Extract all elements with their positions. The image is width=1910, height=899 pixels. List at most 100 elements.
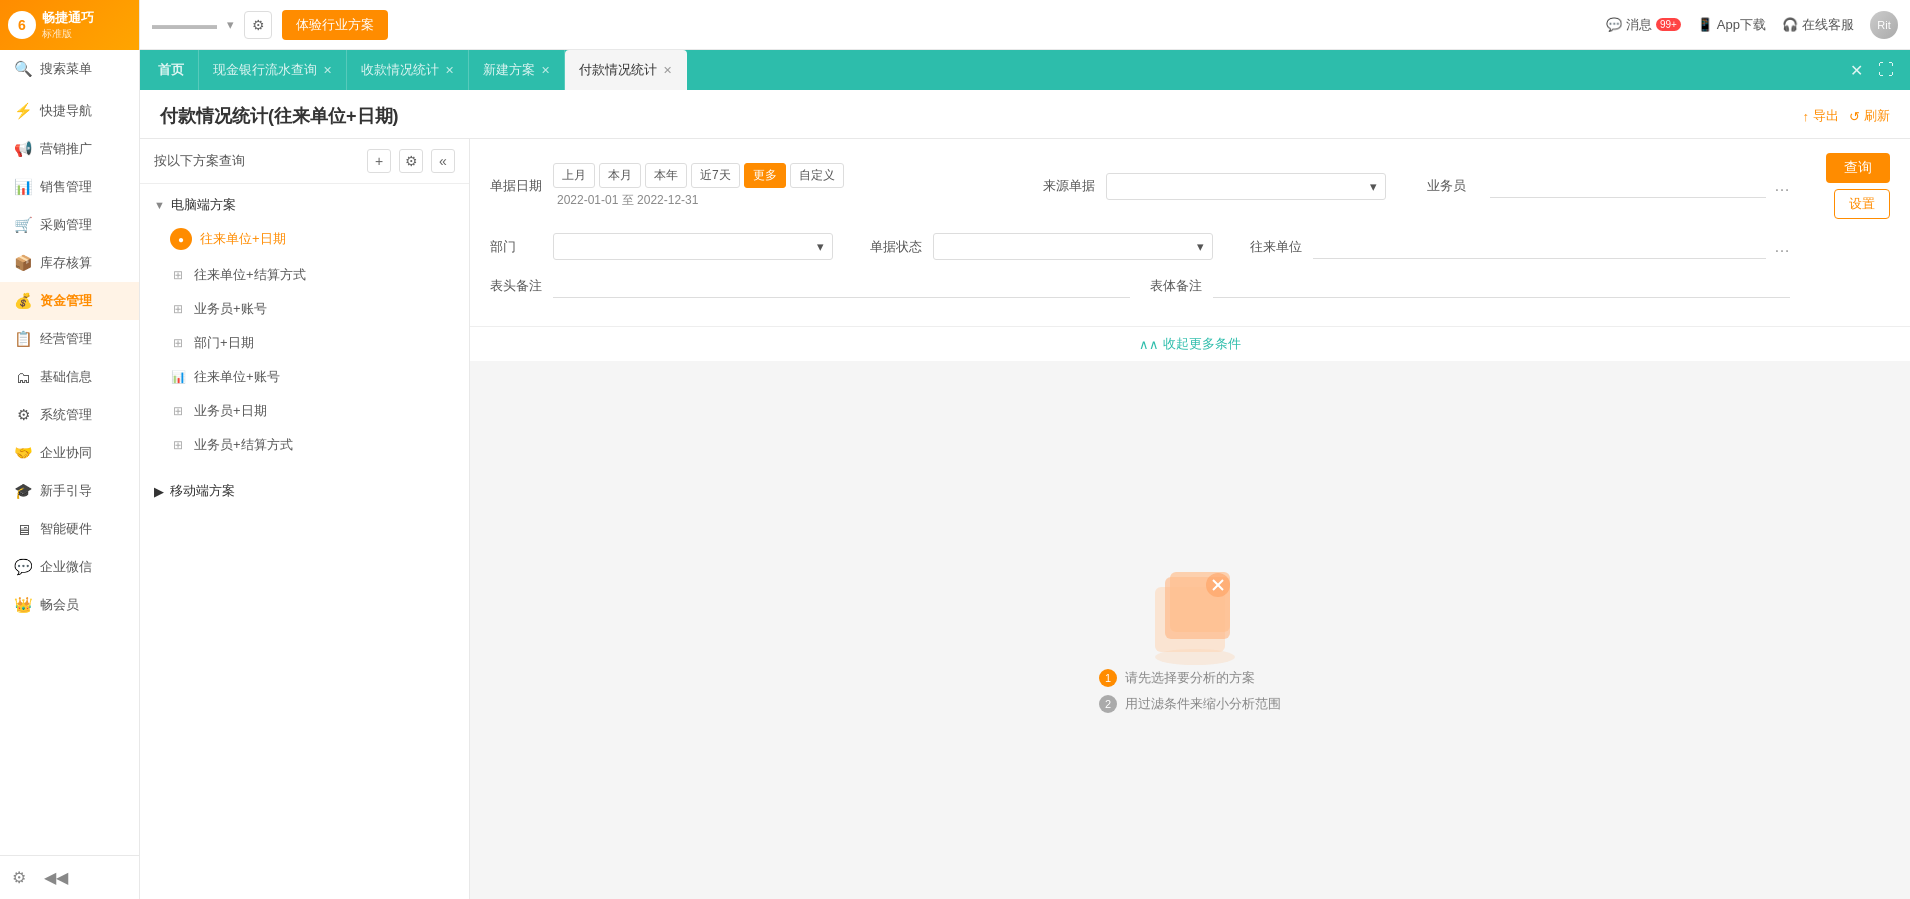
collapse-more-btn[interactable]: ∧∧ 收起更多条件 (470, 326, 1910, 361)
operations-icon: 📋 (14, 330, 32, 348)
desktop-section-title[interactable]: ▼ 电脑端方案 (140, 190, 469, 220)
export-btn[interactable]: ↑ 导出 (1803, 107, 1840, 125)
scheme-item-label: 往来单位+账号 (194, 368, 280, 386)
topbar-chevron[interactable]: ▾ (227, 17, 234, 32)
source-label: 来源单据 (1043, 177, 1098, 195)
sidebar-search[interactable]: 🔍 搜索菜单 (0, 50, 139, 88)
sidebar-footer: ⚙ ◀◀ (0, 855, 139, 899)
page-actions: ↑ 导出 ↺ 刷新 (1803, 107, 1891, 125)
app-download-btn[interactable]: 📱 App下载 (1697, 16, 1766, 34)
user-avatar[interactable]: Rit (1870, 11, 1898, 39)
download-icon: 📱 (1697, 17, 1713, 32)
settings-footer-btn[interactable]: ⚙ (8, 864, 30, 891)
table-body-note-input[interactable] (1213, 274, 1790, 298)
tab-payment-stats[interactable]: 付款情况统计 ✕ (565, 50, 687, 90)
tab-home[interactable]: 首页 (144, 50, 199, 90)
scheme-item-label: 往来单位+结算方式 (194, 266, 306, 284)
scheme-item-unit-account[interactable]: 📊 往来单位+账号 (140, 360, 469, 394)
filter-settings-btn[interactable]: 设置 (1834, 189, 1890, 219)
customer-service-btn[interactable]: 🎧 在线客服 (1782, 16, 1854, 34)
sidebar-item-enterprise[interactable]: 🤝 企业协同 (0, 434, 139, 472)
date-btn-this-year[interactable]: 本年 (645, 163, 687, 188)
scheme-item-staff-date[interactable]: ⊞ 业务员+日期 (140, 394, 469, 428)
page-title: 付款情况统计(往来单位+日期) (160, 104, 399, 128)
sidebar-item-quick-nav[interactable]: ⚡ 快捷导航 (0, 92, 139, 130)
sidebar-item-basics[interactable]: 🗂 基础信息 (0, 358, 139, 396)
tab-close-all-btn[interactable]: ✕ (1844, 58, 1868, 82)
tab-close-icon[interactable]: ✕ (323, 64, 332, 77)
collapse-panel-btn[interactable]: « (431, 149, 455, 173)
refresh-btn[interactable]: ↺ 刷新 (1849, 107, 1890, 125)
topbar-settings-btn[interactable]: ⚙ (244, 11, 272, 39)
topbar: ▬▬▬▬▬ ▾ ⚙ 体验行业方案 💬 消息 99+ 📱 App下载 🎧 在线客服… (140, 0, 1910, 50)
tab-close-icon[interactable]: ✕ (445, 64, 454, 77)
date-btn-custom[interactable]: 自定义 (790, 163, 844, 188)
sidebar-item-guide[interactable]: 🎓 新手引导 (0, 472, 139, 510)
sidebar-item-sales[interactable]: 📊 销售管理 (0, 168, 139, 206)
tab-receipt-stats[interactable]: 收款情况统计 ✕ (347, 50, 469, 90)
sidebar-item-vip[interactable]: 👑 畅会员 (0, 586, 139, 624)
tab-label: 新建方案 (483, 61, 535, 79)
status-chevron-icon: ▾ (1197, 239, 1204, 254)
table-body-note-label: 表体备注 (1150, 277, 1205, 295)
tab-label: 收款情况统计 (361, 61, 439, 79)
sidebar-item-label: 系统管理 (40, 406, 92, 424)
staff-more-btn[interactable]: … (1774, 177, 1790, 195)
sidebar-item-operations[interactable]: 📋 经营管理 (0, 320, 139, 358)
scheme-item-unit-date[interactable]: ● 往来单位+日期 (140, 220, 469, 258)
sidebar-nav: ⚡ 快捷导航 📢 营销推广 📊 销售管理 🛒 采购管理 📦 库存核算 💰 资金管… (0, 88, 139, 855)
add-scheme-btn[interactable]: + (367, 149, 391, 173)
scheme-item-dept-date[interactable]: ⊞ 部门+日期 (140, 326, 469, 360)
partner-filter-group: 往来单位 … (1250, 233, 1790, 260)
tab-close-icon[interactable]: ✕ (663, 64, 672, 77)
sidebar-item-hardware[interactable]: 🖥 智能硬件 (0, 510, 139, 548)
date-label: 单据日期 (490, 177, 545, 195)
scheme-settings-btn[interactable]: ⚙ (399, 149, 423, 173)
sidebar-item-wechat[interactable]: 💬 企业微信 (0, 548, 139, 586)
export-icon: ↑ (1803, 109, 1810, 124)
filter-form: 单据日期 上月 本月 本年 近7天 更多 自定义 20 (470, 139, 1910, 326)
source-select[interactable]: ▾ (1106, 173, 1386, 200)
partner-input[interactable] (1313, 235, 1766, 259)
app-download-label: App下载 (1717, 16, 1766, 34)
tab-expand-btn[interactable]: ⛶ (1874, 58, 1898, 82)
scheme-item-staff-settle[interactable]: ⊞ 业务员+结算方式 (140, 428, 469, 462)
scheme-item-label: 部门+日期 (194, 334, 254, 352)
tab-new-scheme[interactable]: 新建方案 ✕ (469, 50, 565, 90)
mobile-toggle-icon: ▶ (154, 484, 164, 499)
sidebar-item-finance[interactable]: 💰 资金管理 (0, 282, 139, 320)
sidebar-item-inventory[interactable]: 📦 库存核算 (0, 244, 139, 282)
empty-step-1: 1 请先选择要分析的方案 (1099, 669, 1281, 687)
query-btn[interactable]: 查询 (1826, 153, 1890, 183)
date-btn-last-month[interactable]: 上月 (553, 163, 595, 188)
notifications-btn[interactable]: 💬 消息 99+ (1606, 16, 1681, 34)
trial-btn[interactable]: 体验行业方案 (282, 10, 388, 40)
sidebar-item-label: 智能硬件 (40, 520, 92, 538)
date-btn-this-month[interactable]: 本月 (599, 163, 641, 188)
tab-close-icon[interactable]: ✕ (541, 64, 550, 77)
filter-row-1: 单据日期 上月 本月 本年 近7天 更多 自定义 20 (490, 153, 1890, 219)
table-header-note-input[interactable] (553, 274, 1130, 298)
staff-input[interactable] (1490, 174, 1766, 198)
tab-cash-bank[interactable]: 现金银行流水查询 ✕ (199, 50, 347, 90)
desktop-scheme-section: ▼ 电脑端方案 ● 往来单位+日期 ⊞ 往来单位+结算方式 ⊞ (140, 184, 469, 472)
sidebar-item-purchase[interactable]: 🛒 采购管理 (0, 206, 139, 244)
sidebar-item-label: 销售管理 (40, 178, 92, 196)
dept-select[interactable]: ▾ (553, 233, 833, 260)
scheme-item-unit-settle[interactable]: ⊞ 往来单位+结算方式 (140, 258, 469, 292)
empty-state: 1 请先选择要分析的方案 2 用过滤条件来缩小分析范围 (470, 361, 1910, 899)
sidebar-item-marketing[interactable]: 📢 营销推广 (0, 130, 139, 168)
scheme-icon: ⊞ (170, 437, 186, 453)
date-btn-last7[interactable]: 近7天 (691, 163, 740, 188)
customer-service-label: 在线客服 (1802, 16, 1854, 34)
left-panel-title: 按以下方案查询 (154, 152, 245, 170)
collapse-sidebar-btn[interactable]: ◀◀ (40, 864, 72, 891)
mobile-section-title[interactable]: ▶ 移动端方案 (140, 476, 469, 506)
date-btn-more[interactable]: 更多 (744, 163, 786, 188)
tab-home-label: 首页 (158, 61, 184, 79)
scheme-item-staff-account[interactable]: ⊞ 业务员+账号 (140, 292, 469, 326)
staff-filter-group: 业务员 … (1427, 153, 1790, 219)
sidebar-item-system[interactable]: ⚙ 系统管理 (0, 396, 139, 434)
status-select[interactable]: ▾ (933, 233, 1213, 260)
partner-more-btn[interactable]: … (1774, 238, 1790, 256)
